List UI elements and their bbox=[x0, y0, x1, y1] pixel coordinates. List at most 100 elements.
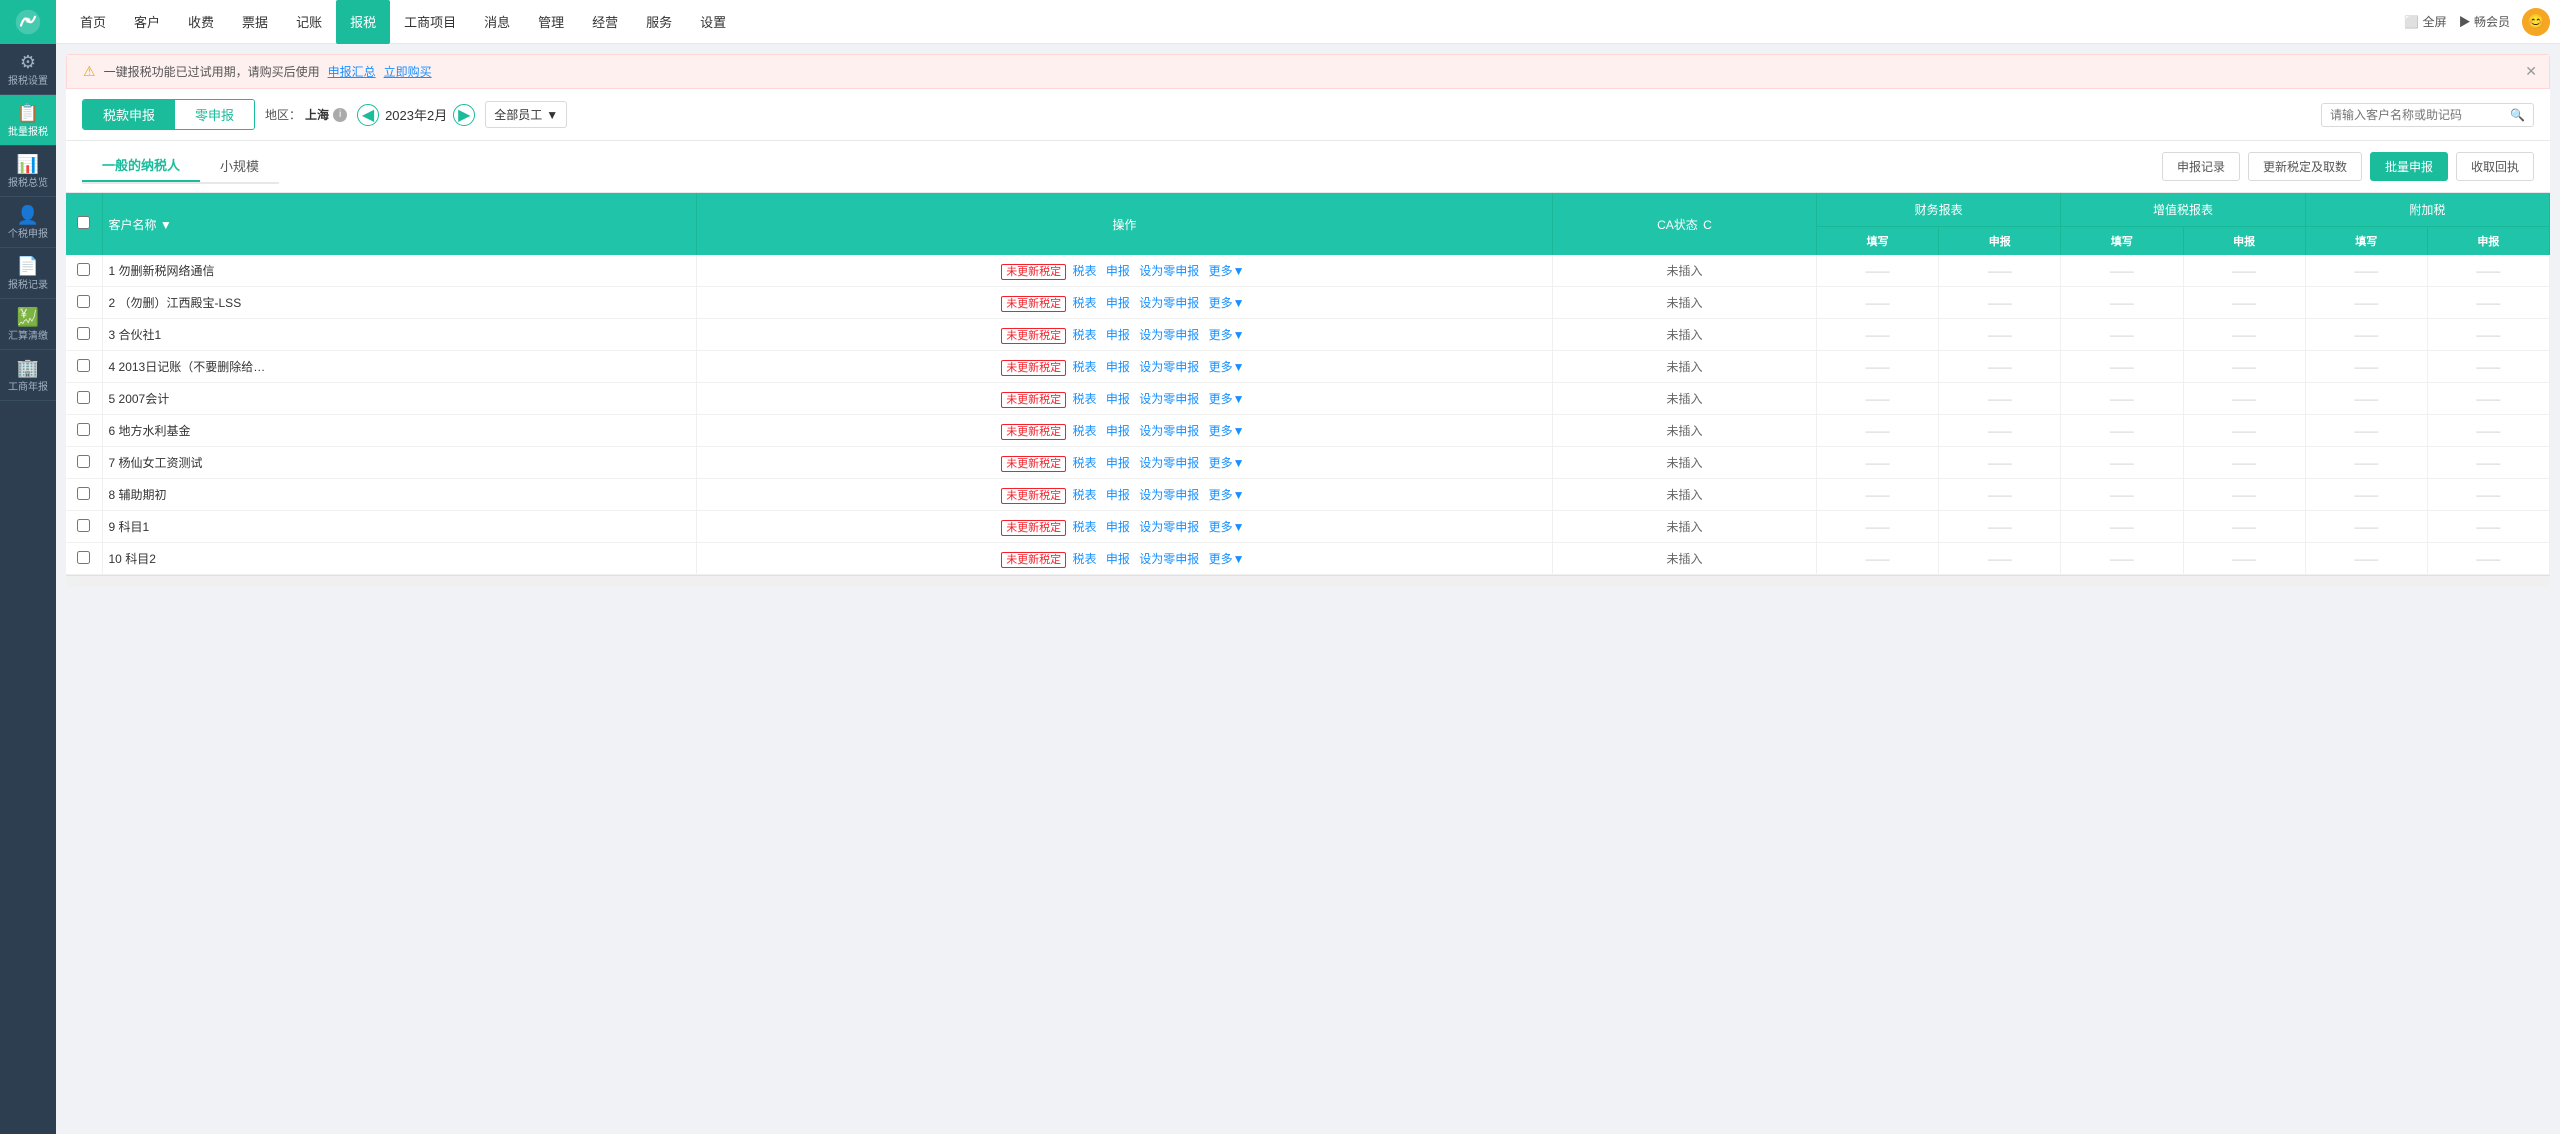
row-checkbox[interactable] bbox=[77, 391, 90, 404]
search-input[interactable] bbox=[2330, 108, 2510, 122]
alert-close-button[interactable]: ✕ bbox=[2525, 63, 2537, 80]
op-more[interactable]: 更多▼ bbox=[1209, 488, 1245, 502]
op-more[interactable]: 更多▼ bbox=[1209, 328, 1245, 342]
op-zero-declare[interactable]: 设为零申报 bbox=[1139, 520, 1199, 534]
op-tax-table[interactable]: 税表 bbox=[1073, 520, 1097, 534]
row-checkbox[interactable] bbox=[77, 455, 90, 468]
avatar[interactable]: 😊 bbox=[2522, 8, 2550, 36]
btn-update-tax[interactable]: 更新税定及取数 bbox=[2248, 152, 2362, 181]
op-declare[interactable]: 申报 bbox=[1106, 456, 1130, 470]
op-declare[interactable]: 申报 bbox=[1106, 488, 1130, 502]
op-zero-declare[interactable]: 设为零申报 bbox=[1139, 552, 1199, 566]
op-zero-declare[interactable]: 设为零申报 bbox=[1139, 328, 1199, 342]
sidebar-item-annual-calc[interactable]: 💹 汇算清缴 bbox=[0, 299, 56, 350]
btn-batch-declare[interactable]: 批量申报 bbox=[2370, 152, 2448, 181]
op-tax-table[interactable]: 税表 bbox=[1073, 328, 1097, 342]
row-checkbox[interactable] bbox=[77, 327, 90, 340]
row-checkbox[interactable] bbox=[77, 295, 90, 308]
row-checkbox[interactable] bbox=[77, 487, 90, 500]
op-tax-table[interactable]: 税表 bbox=[1073, 392, 1097, 406]
op-more[interactable]: 更多▼ bbox=[1209, 264, 1245, 278]
op-zero-declare[interactable]: 设为零申报 bbox=[1139, 456, 1199, 470]
fullscreen-btn[interactable]: ⬜ 全屏 bbox=[2404, 13, 2446, 30]
subtab-small-scale[interactable]: 小规模 bbox=[200, 149, 279, 182]
nav-settings[interactable]: 设置 bbox=[686, 0, 740, 44]
nav-accounting[interactable]: 记账 bbox=[282, 0, 336, 44]
date-prev-button[interactable]: ◀ bbox=[357, 104, 379, 126]
op-declare[interactable]: 申报 bbox=[1106, 552, 1130, 566]
op-tax-table[interactable]: 税表 bbox=[1073, 264, 1097, 278]
op-zero-declare[interactable]: 设为零申报 bbox=[1139, 488, 1199, 502]
tab-tax-declaration[interactable]: 税款申报 bbox=[83, 100, 175, 129]
select-all-checkbox[interactable] bbox=[77, 216, 90, 229]
row-index: 3 bbox=[109, 328, 119, 342]
btn-declaration-record[interactable]: 申报记录 bbox=[2162, 152, 2240, 181]
op-tax-table[interactable]: 税表 bbox=[1073, 424, 1097, 438]
region-info-icon[interactable]: i bbox=[333, 108, 347, 122]
tab-zero-declaration[interactable]: 零申报 bbox=[175, 100, 254, 129]
op-tax-table[interactable]: 税表 bbox=[1073, 488, 1097, 502]
op-declare[interactable]: 申报 bbox=[1106, 424, 1130, 438]
business-icon: 🏢 bbox=[17, 358, 39, 379]
op-more[interactable]: 更多▼ bbox=[1209, 520, 1245, 534]
op-tax-table[interactable]: 税表 bbox=[1073, 296, 1097, 310]
nav-invoice[interactable]: 票据 bbox=[228, 0, 282, 44]
op-tax-table[interactable]: 税表 bbox=[1073, 360, 1097, 374]
ca-info-icon[interactable]: C bbox=[1703, 218, 1712, 232]
row-checkbox[interactable] bbox=[77, 263, 90, 276]
nav-billing[interactable]: 收费 bbox=[174, 0, 228, 44]
sidebar-item-business-annual[interactable]: 🏢 工商年报 bbox=[0, 350, 56, 401]
op-zero-declare[interactable]: 设为零申报 bbox=[1139, 392, 1199, 406]
row-checkbox[interactable] bbox=[77, 359, 90, 372]
op-declare[interactable]: 申报 bbox=[1106, 392, 1130, 406]
row-tax-fill: —— bbox=[2061, 447, 2183, 479]
nav-message[interactable]: 消息 bbox=[470, 0, 524, 44]
op-zero-declare[interactable]: 设为零申报 bbox=[1139, 360, 1199, 374]
op-zero-declare[interactable]: 设为零申报 bbox=[1139, 296, 1199, 310]
row-checkbox[interactable] bbox=[77, 423, 90, 436]
op-more[interactable]: 更多▼ bbox=[1209, 360, 1245, 374]
alert-link-buy[interactable]: 立即购买 bbox=[384, 63, 432, 80]
op-declare[interactable]: 申报 bbox=[1106, 296, 1130, 310]
nav-operation[interactable]: 经营 bbox=[578, 0, 632, 44]
row-checkbox[interactable] bbox=[77, 551, 90, 564]
op-declare[interactable]: 申报 bbox=[1106, 520, 1130, 534]
sidebar-item-batch-tax[interactable]: 📋 批量报税 bbox=[0, 95, 56, 146]
op-more[interactable]: 更多▼ bbox=[1209, 552, 1245, 566]
nav-customer[interactable]: 客户 bbox=[120, 0, 174, 44]
subtab-general-taxpayer[interactable]: 一般的纳税人 bbox=[82, 149, 200, 182]
nav-business[interactable]: 工商项目 bbox=[390, 0, 470, 44]
search-icon[interactable]: 🔍 bbox=[2510, 108, 2525, 122]
nav-service[interactable]: 服务 bbox=[632, 0, 686, 44]
sidebar-item-tax-overview[interactable]: 📊 报税总览 bbox=[0, 146, 56, 197]
sidebar-item-tax-settings[interactable]: ⚙ 报税设置 bbox=[0, 44, 56, 95]
bottom-scrollbar[interactable] bbox=[66, 575, 2550, 587]
alert-link-summary[interactable]: 申报汇总 bbox=[328, 63, 376, 80]
op-declare[interactable]: 申报 bbox=[1106, 328, 1130, 342]
nav-tax[interactable]: 报税 bbox=[336, 0, 390, 44]
row-checkbox[interactable] bbox=[77, 519, 90, 532]
op-more[interactable]: 更多▼ bbox=[1209, 296, 1245, 310]
op-declare[interactable]: 申报 bbox=[1106, 360, 1130, 374]
record-icon: 📄 bbox=[17, 256, 39, 277]
row-id-name: 4 2013日记账（不要删除给… bbox=[102, 351, 696, 383]
op-zero-declare[interactable]: 设为零申报 bbox=[1139, 424, 1199, 438]
date-next-button[interactable]: ▶ bbox=[453, 104, 475, 126]
op-tax-table[interactable]: 税表 bbox=[1073, 552, 1097, 566]
sidebar-item-personal-tax[interactable]: 👤 个税申报 bbox=[0, 197, 56, 248]
row-fin-fill: —— bbox=[1817, 287, 1939, 319]
member-btn[interactable]: ▶ 畅会员 bbox=[2459, 13, 2510, 30]
op-declare[interactable]: 申报 bbox=[1106, 264, 1130, 278]
row-name: 合伙社1 bbox=[119, 328, 162, 342]
nav-home[interactable]: 首页 bbox=[66, 0, 120, 44]
sidebar-item-tax-record[interactable]: 📄 报税记录 bbox=[0, 248, 56, 299]
row-fin-fill: —— bbox=[1817, 511, 1939, 543]
op-more[interactable]: 更多▼ bbox=[1209, 456, 1245, 470]
op-more[interactable]: 更多▼ bbox=[1209, 424, 1245, 438]
btn-collect-receipt[interactable]: 收取回执 bbox=[2456, 152, 2534, 181]
op-tax-table[interactable]: 税表 bbox=[1073, 456, 1097, 470]
nav-manage[interactable]: 管理 bbox=[524, 0, 578, 44]
op-zero-declare[interactable]: 设为零申报 bbox=[1139, 264, 1199, 278]
staff-select[interactable]: 全部员工 ▼ bbox=[485, 101, 567, 128]
op-more[interactable]: 更多▼ bbox=[1209, 392, 1245, 406]
